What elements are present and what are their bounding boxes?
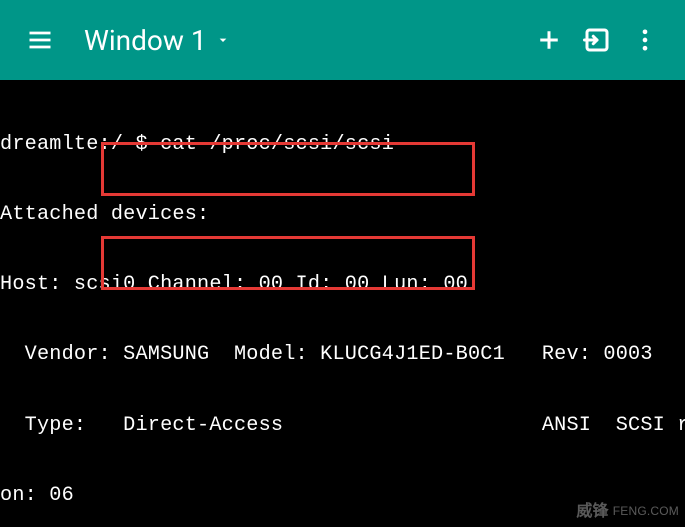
hamburger-icon bbox=[26, 26, 54, 54]
exit-button[interactable] bbox=[573, 16, 621, 64]
new-window-button[interactable] bbox=[525, 16, 573, 64]
watermark-site: FENG.COM bbox=[613, 500, 679, 523]
more-vert-icon bbox=[631, 26, 659, 54]
dropdown-icon bbox=[215, 32, 231, 48]
terminal-line: Vendor: SAMSUNG Model: KLUCG4J1ED-B0C1 R… bbox=[0, 343, 685, 366]
menu-button[interactable] bbox=[16, 16, 64, 64]
overflow-menu-button[interactable] bbox=[621, 16, 669, 64]
app-bar: Window 1 bbox=[0, 0, 685, 80]
exit-icon bbox=[582, 25, 612, 55]
terminal-line: dreamlte:/ $ cat /proc/scsi/scsi bbox=[0, 133, 685, 156]
terminal-output[interactable]: dreamlte:/ $ cat /proc/scsi/scsi Attache… bbox=[0, 80, 685, 527]
terminal-line: Host: scsi0 Channel: 00 Id: 00 Lun: 00 bbox=[0, 273, 685, 296]
terminal-line: Attached devices: bbox=[0, 203, 685, 226]
watermark-brand: 威锋 bbox=[576, 500, 608, 523]
window-title: Window 1 bbox=[84, 24, 207, 57]
plus-icon bbox=[534, 25, 564, 55]
watermark: 威锋 FENG.COM bbox=[576, 500, 679, 523]
window-selector[interactable]: Window 1 bbox=[84, 24, 231, 57]
terminal-line: Type: Direct-Access ANSI SCSI revis bbox=[0, 414, 685, 437]
